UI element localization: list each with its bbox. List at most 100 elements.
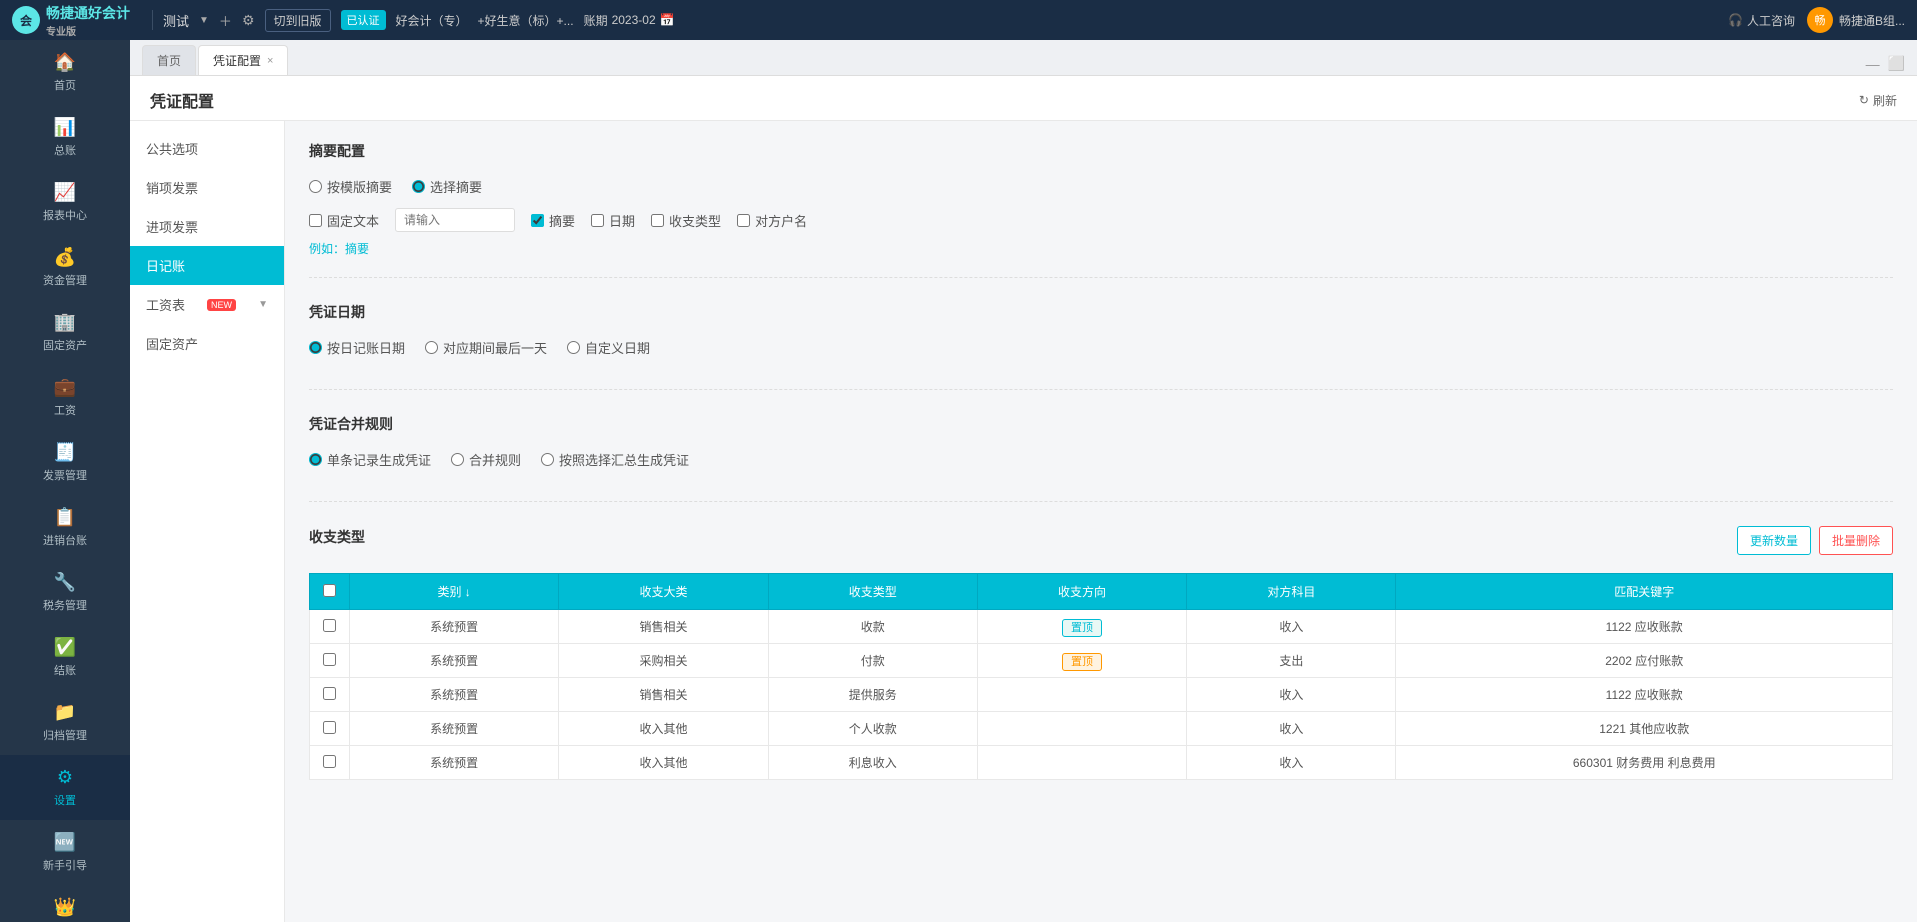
- sidebar-item-assets[interactable]: 🏢 固定资产: [0, 300, 130, 365]
- sidebar-item-settle[interactable]: ✅ 结账: [0, 625, 130, 690]
- service-button[interactable]: 🎧 人工咨询: [1728, 12, 1795, 29]
- th-check[interactable]: [310, 574, 350, 610]
- date-checkbox[interactable]: [591, 214, 604, 227]
- table-row: 系统预置 销售相关 提供服务 收入 1122 应收账款: [310, 678, 1893, 712]
- add-icon[interactable]: ＋: [219, 11, 232, 30]
- sidebar-item-member[interactable]: 👑 畅会员: [0, 885, 130, 922]
- income-type-checkbox-label[interactable]: 收支类型: [651, 211, 721, 230]
- td-direction-4: [977, 712, 1186, 746]
- user-menu[interactable]: 畅 畅捷通B组...: [1807, 7, 1905, 33]
- sidebar-item-archive[interactable]: 📁 归档管理: [0, 690, 130, 755]
- merge-radio2[interactable]: [451, 453, 464, 466]
- td-direction-text-3: 收入: [1187, 678, 1396, 712]
- th-subject: 对方科目: [1187, 574, 1396, 610]
- main-content: 摘要配置 按模版摘要 选择摘要: [285, 121, 1917, 922]
- row1-checkbox[interactable]: [323, 619, 336, 632]
- merge-radio3-label[interactable]: 按照选择汇总生成凭证: [541, 450, 689, 469]
- left-nav-public[interactable]: 公共选项: [130, 129, 284, 168]
- table-header-row: 类别 ↓ 收支大类 收支类型 收支方向 对方科目 匹配关键字: [310, 574, 1893, 610]
- td-check-3[interactable]: [310, 678, 350, 712]
- merge-radio3[interactable]: [541, 453, 554, 466]
- td-main-type-4: 收入其他: [559, 712, 768, 746]
- sidebar-item-home[interactable]: 🏠 首页: [0, 40, 130, 105]
- counterparty-checkbox[interactable]: [737, 214, 750, 227]
- sidebar-item-salary[interactable]: 💼 工资: [0, 365, 130, 430]
- td-sub-type-1: 收款: [768, 610, 977, 644]
- fixed-text-checkbox[interactable]: [309, 214, 322, 227]
- row3-checkbox[interactable]: [323, 687, 336, 700]
- income-type-checkbox[interactable]: [651, 214, 664, 227]
- left-nav-fixed-assets[interactable]: 固定资产: [130, 324, 284, 363]
- fixed-text-input[interactable]: [395, 208, 515, 232]
- sidebar-item-reports[interactable]: 📈 报表中心: [0, 170, 130, 235]
- td-direction-2[interactable]: 置顶: [977, 644, 1186, 678]
- archive-icon: 📁: [54, 702, 76, 723]
- table-toolbar: 更新数量 批量删除: [1737, 526, 1893, 555]
- batch-delete-button[interactable]: 批量删除: [1819, 526, 1893, 555]
- left-nav-sales-invoice[interactable]: 销项发票: [130, 168, 284, 207]
- date-checkbox-label[interactable]: 日期: [591, 211, 635, 230]
- period-info: 账期 2023-02 📅: [584, 12, 675, 29]
- td-check-4[interactable]: [310, 712, 350, 746]
- row5-checkbox[interactable]: [323, 755, 336, 768]
- summary-checkbox[interactable]: [531, 214, 544, 227]
- row2-checkbox[interactable]: [323, 653, 336, 666]
- merge-radio1[interactable]: [309, 453, 322, 466]
- select-all-checkbox[interactable]: [323, 584, 336, 597]
- counterparty-checkbox-label[interactable]: 对方户名: [737, 211, 807, 230]
- page-title: 凭证配置: [150, 88, 214, 112]
- date-radio1-label[interactable]: 按日记账日期: [309, 338, 405, 357]
- td-check-2[interactable]: [310, 644, 350, 678]
- summary-radio2[interactable]: [412, 180, 425, 193]
- sidebar-item-funds[interactable]: 💰 资金管理: [0, 235, 130, 300]
- tab-close-icon[interactable]: ×: [267, 55, 273, 67]
- sidebar-item-sales[interactable]: 📋 进销台账: [0, 495, 130, 560]
- merge-radio1-label[interactable]: 单条记录生成凭证: [309, 450, 431, 469]
- tab-home[interactable]: 首页: [142, 45, 196, 75]
- sidebar-item-invoice[interactable]: 🧾 发票管理: [0, 430, 130, 495]
- left-nav-payroll[interactable]: 工资表 NEW ▼: [130, 285, 284, 324]
- td-main-type-1: 销售相关: [559, 610, 768, 644]
- sidebar-item-ledger[interactable]: 📊 总账: [0, 105, 130, 170]
- date-radio1[interactable]: [309, 341, 322, 354]
- td-direction-text-2: 支出: [1187, 644, 1396, 678]
- left-nav-journal[interactable]: 日记账: [130, 246, 284, 285]
- td-check-1[interactable]: [310, 610, 350, 644]
- refresh-label: 刷新: [1873, 92, 1897, 109]
- income-table: 类别 ↓ 收支大类 收支类型 收支方向 对方科目 匹配关键字: [309, 573, 1893, 780]
- calendar-icon[interactable]: 📅: [660, 13, 675, 27]
- date-radio3-label[interactable]: 自定义日期: [567, 338, 650, 357]
- summary-radio2-label[interactable]: 选择摘要: [412, 177, 482, 196]
- update-count-button[interactable]: 更新数量: [1737, 526, 1811, 555]
- summary-radio1[interactable]: [309, 180, 322, 193]
- summary-checkbox-label[interactable]: 摘要: [531, 211, 575, 230]
- refresh-button[interactable]: ↻ 刷新: [1859, 92, 1897, 109]
- minimize-icon[interactable]: —: [1866, 56, 1880, 72]
- settings-icon[interactable]: ⚙: [242, 12, 255, 29]
- summary-radio1-label[interactable]: 按模版摘要: [309, 177, 392, 196]
- left-nav-purchase-invoice[interactable]: 进项发票: [130, 207, 284, 246]
- maximize-icon[interactable]: ⬜: [1888, 55, 1905, 72]
- table-row: 系统预置 收入其他 利息收入 收入 660301 财务费用 利息费用: [310, 746, 1893, 780]
- company-dropdown-icon[interactable]: ▼: [199, 15, 209, 26]
- tab-voucher-config[interactable]: 凭证配置 ×: [198, 45, 288, 75]
- td-direction-3: [977, 678, 1186, 712]
- row4-checkbox[interactable]: [323, 721, 336, 734]
- sidebar-item-tax[interactable]: 🔧 税务管理: [0, 560, 130, 625]
- date-radio2-label[interactable]: 对应期间最后一天: [425, 338, 547, 357]
- td-direction-1[interactable]: 置顶: [977, 610, 1186, 644]
- top-tag-1[interactable]: 置顶: [1062, 619, 1102, 637]
- top-tag-2[interactable]: 置顶: [1062, 653, 1102, 671]
- reports-icon: 📈: [54, 182, 76, 203]
- sidebar-item-guide[interactable]: 🆕 新手引导: [0, 820, 130, 885]
- td-check-5[interactable]: [310, 746, 350, 780]
- topbar: 会 畅捷通好会计 专业版 测试 ▼ ＋ ⚙ 切到旧版 已认证 好会计（专） +好…: [0, 0, 1917, 40]
- fixed-text-checkbox-label[interactable]: 固定文本: [309, 211, 379, 230]
- date-radio2[interactable]: [425, 341, 438, 354]
- merge-radio2-label[interactable]: 合并规则: [451, 450, 521, 469]
- switch-version-button[interactable]: 切到旧版: [265, 9, 331, 32]
- sidebar-item-settings[interactable]: ⚙ 设置: [0, 755, 130, 820]
- date-radio3[interactable]: [567, 341, 580, 354]
- salary-icon: 💼: [54, 377, 76, 398]
- cert-badge: 已认证: [341, 10, 386, 30]
